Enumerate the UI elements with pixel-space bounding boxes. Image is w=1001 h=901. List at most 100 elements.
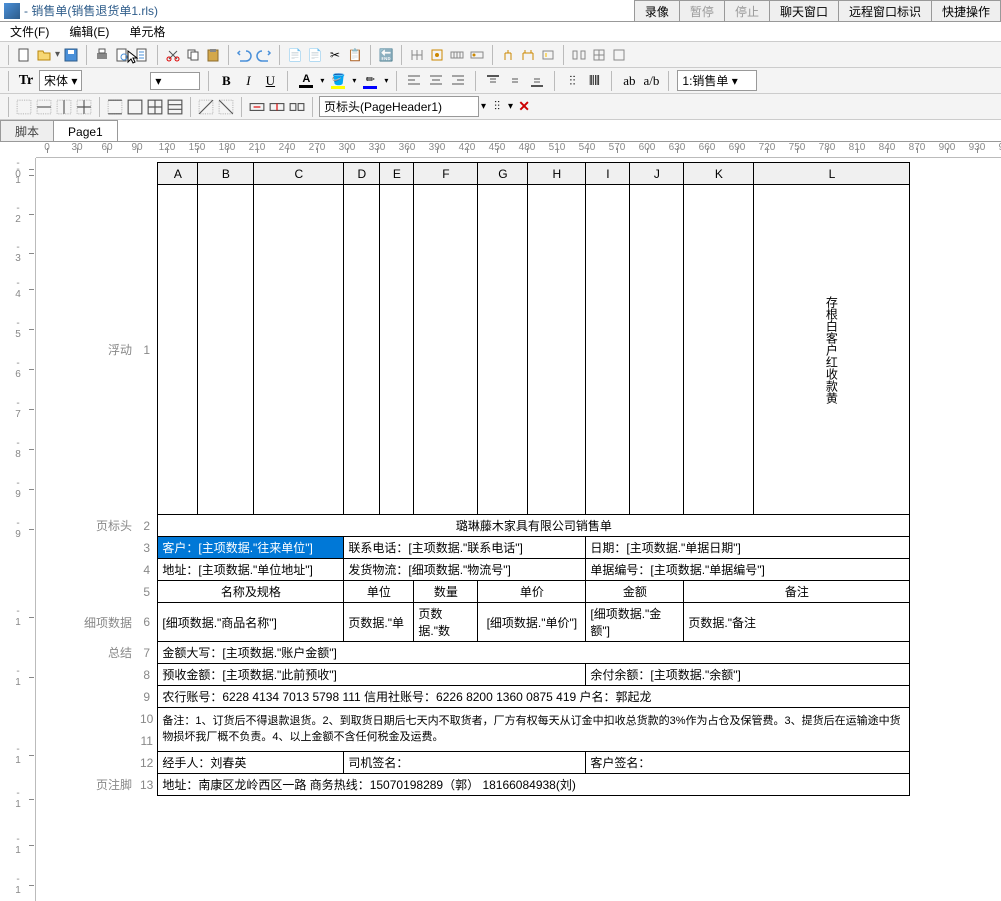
copy-icon[interactable] bbox=[184, 46, 202, 64]
hdr-remark[interactable]: 备注 bbox=[684, 581, 910, 603]
hdr-price[interactable]: 单价 bbox=[478, 581, 586, 603]
indent-icon[interactable]: ab bbox=[620, 72, 638, 90]
valign-bot-icon[interactable] bbox=[528, 72, 546, 90]
save-icon[interactable] bbox=[62, 46, 80, 64]
hdr-name[interactable]: 名称及规格 bbox=[158, 581, 344, 603]
phone-cell[interactable]: 联系电话：[主项数据."联系电话"] bbox=[344, 537, 586, 559]
col-L[interactable]: L bbox=[754, 163, 910, 185]
valign-mid-icon[interactable] bbox=[506, 72, 524, 90]
page-setup-icon[interactable] bbox=[133, 46, 151, 64]
italic-button[interactable]: I bbox=[239, 72, 257, 90]
align-center-icon[interactable] bbox=[427, 72, 445, 90]
undo-icon[interactable] bbox=[235, 46, 253, 64]
col-C[interactable]: C bbox=[254, 163, 344, 185]
diag1-icon[interactable] bbox=[197, 98, 215, 116]
cut-icon[interactable] bbox=[164, 46, 182, 64]
redo-icon[interactable] bbox=[255, 46, 273, 64]
amount-words[interactable]: 金额大写：[主项数据."账户金额"] bbox=[158, 642, 910, 664]
remarks-cell[interactable]: 备注：1、订货后不得退款退货。2、到取货日期后七天内不取货者，厂方有权每天从订金… bbox=[158, 708, 910, 752]
detail-remark[interactable]: 页数据."备注 bbox=[684, 603, 910, 642]
stub-vertical-text[interactable]: 存根白客户红收款黄 bbox=[754, 185, 910, 515]
bg-color-button[interactable]: 🪣 bbox=[328, 72, 348, 90]
footer-cell[interactable]: 地址：南康区龙岭西区一路 商务热线：15070198289（郭） 1816608… bbox=[158, 774, 910, 796]
tool7-icon[interactable] bbox=[539, 46, 557, 64]
font-color-button[interactable]: A bbox=[296, 72, 316, 90]
tab-page1[interactable]: Page1 bbox=[53, 120, 118, 141]
tab-script[interactable]: 脚本 bbox=[0, 120, 54, 141]
balance-cell[interactable]: 余付余额：[主项数据."余额"] bbox=[586, 664, 910, 686]
prepay-cell[interactable]: 预收金额：[主项数据."此前预收"] bbox=[158, 664, 586, 686]
col-H[interactable]: H bbox=[528, 163, 586, 185]
hdr-qty[interactable]: 数量 bbox=[414, 581, 478, 603]
tool4-icon[interactable] bbox=[468, 46, 486, 64]
hdr-amount[interactable]: 金额 bbox=[586, 581, 684, 603]
tool2-icon[interactable] bbox=[428, 46, 446, 64]
underline-button[interactable]: U bbox=[261, 72, 279, 90]
line-color-button[interactable]: ✏ bbox=[360, 72, 380, 90]
preview-icon[interactable] bbox=[113, 46, 131, 64]
canvas[interactable]: A B C D E F G H I J K L 浮动 1 存根白客户红收款黄 页… bbox=[36, 158, 1001, 901]
tool5-icon[interactable] bbox=[499, 46, 517, 64]
section-opt-icon[interactable]: ⫶⫶ bbox=[488, 98, 506, 116]
quick-button[interactable]: 快捷操作 bbox=[932, 0, 1001, 22]
report-title[interactable]: 璐琳藤木家具有限公司销售单 bbox=[158, 515, 910, 537]
size-select[interactable]: ▾ bbox=[150, 72, 200, 90]
new-icon[interactable] bbox=[15, 46, 33, 64]
chat-button[interactable]: 聊天窗口 bbox=[770, 0, 839, 22]
hdr-unit[interactable]: 单位 bbox=[344, 581, 414, 603]
detail-unit[interactable]: 页数据."单 bbox=[344, 603, 414, 642]
bill-no-cell[interactable]: 单据编号：[主项数据."单据编号"] bbox=[586, 559, 910, 581]
diag2-icon[interactable] bbox=[217, 98, 235, 116]
section-select[interactable]: 页标头(PageHeader1) bbox=[319, 96, 479, 117]
paste-icon[interactable] bbox=[204, 46, 222, 64]
print-icon[interactable] bbox=[93, 46, 111, 64]
menu-cell[interactable]: 单元格 bbox=[123, 21, 171, 42]
col-J[interactable]: J bbox=[630, 163, 684, 185]
format2-icon[interactable]: ⫴⫴ bbox=[585, 72, 603, 90]
grid3-icon[interactable] bbox=[55, 98, 73, 116]
driver-sign-cell[interactable]: 司机签名： bbox=[344, 752, 586, 774]
grid2-icon[interactable] bbox=[35, 98, 53, 116]
detail-price[interactable]: [细项数据."单价"] bbox=[478, 603, 586, 642]
col-A[interactable]: A bbox=[158, 163, 198, 185]
address-cell[interactable]: 地址：[主项数据."单位地址"] bbox=[158, 559, 344, 581]
merge3-icon[interactable] bbox=[288, 98, 306, 116]
design-sheet[interactable]: A B C D E F G H I J K L 浮动 1 存根白客户红收款黄 页… bbox=[46, 162, 910, 796]
col-B[interactable]: B bbox=[198, 163, 254, 185]
insert-icon[interactable]: 📄 bbox=[286, 46, 304, 64]
col-I[interactable]: I bbox=[586, 163, 630, 185]
merge1-icon[interactable] bbox=[248, 98, 266, 116]
close-icon[interactable]: ✕ bbox=[515, 98, 533, 116]
delete-icon[interactable]: 📄 bbox=[306, 46, 324, 64]
exit-icon[interactable]: 🔚 bbox=[377, 46, 395, 64]
detail-name[interactable]: [细项数据."商品名称"] bbox=[158, 603, 344, 642]
detail-qty[interactable]: 页数据."数 bbox=[414, 603, 478, 642]
col-D[interactable]: D bbox=[344, 163, 380, 185]
tool6-icon[interactable] bbox=[519, 46, 537, 64]
customer-cell[interactable]: 客户：[主项数据."往来单位"] bbox=[158, 537, 344, 559]
record-button[interactable]: 录像 bbox=[634, 0, 680, 22]
format1-icon[interactable]: ⫶⫶ bbox=[563, 72, 581, 90]
valign-top-icon[interactable] bbox=[484, 72, 502, 90]
remote-button[interactable]: 远程窗口标识 bbox=[839, 0, 932, 22]
menu-file[interactable]: 文件(F) bbox=[4, 21, 55, 42]
page-select[interactable]: 1:销售单 ▾ bbox=[677, 70, 757, 91]
bank-cell[interactable]: 农行账号：6228 4134 7013 5798 111 信用社账号：6226 … bbox=[158, 686, 910, 708]
detail-amount[interactable]: [细项数据."金额"] bbox=[586, 603, 684, 642]
border2-icon[interactable] bbox=[126, 98, 144, 116]
tool8-icon[interactable] bbox=[570, 46, 588, 64]
insert2-icon[interactable]: ✂ bbox=[326, 46, 344, 64]
grid1-icon[interactable] bbox=[15, 98, 33, 116]
copy2-icon[interactable]: 📋 bbox=[346, 46, 364, 64]
merge2-icon[interactable] bbox=[268, 98, 286, 116]
tool10-icon[interactable] bbox=[610, 46, 628, 64]
tool1-icon[interactable] bbox=[408, 46, 426, 64]
logistics-cell[interactable]: 发货物流：[细项数据."物流号"] bbox=[344, 559, 586, 581]
col-K[interactable]: K bbox=[684, 163, 754, 185]
col-E[interactable]: E bbox=[380, 163, 414, 185]
align-left-icon[interactable] bbox=[405, 72, 423, 90]
menu-edit[interactable]: 编辑(E) bbox=[63, 21, 115, 42]
align-right-icon[interactable] bbox=[449, 72, 467, 90]
bold-button[interactable]: B bbox=[217, 72, 235, 90]
grid4-icon[interactable] bbox=[75, 98, 93, 116]
